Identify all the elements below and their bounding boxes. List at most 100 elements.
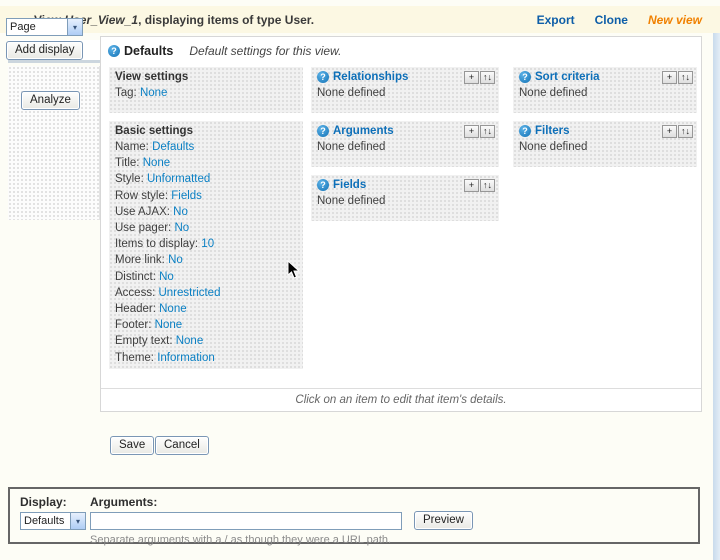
chevron-down-icon: ▾ <box>67 19 82 35</box>
export-link[interactable]: Export <box>537 13 575 27</box>
arguments-empty: None defined <box>317 141 386 153</box>
view-settings-box: View settings Tag: None <box>109 67 303 113</box>
setting-value-link[interactable]: Fields <box>171 190 202 202</box>
rearrange-icon[interactable]: ↑↓ <box>678 71 693 84</box>
arguments-help-text: Separate arguments with a / as though th… <box>90 534 392 546</box>
filters-ops: + ↑↓ <box>662 125 693 138</box>
relationships-empty: None defined <box>317 87 386 99</box>
setting-value-link[interactable]: None <box>159 303 187 315</box>
rearrange-icon[interactable]: ↑↓ <box>480 71 495 84</box>
setting-row: Name: Defaults <box>115 139 297 155</box>
fields-box: ? Fields None defined + ↑↓ <box>311 175 499 221</box>
setting-label: Use pager: <box>115 222 172 235</box>
setting-row: Title: None <box>115 155 297 171</box>
setting-row: Theme: Information <box>115 350 297 366</box>
cancel-button[interactable]: Cancel <box>155 436 209 455</box>
setting-value-link[interactable]: Defaults <box>152 141 194 153</box>
help-icon[interactable]: ? <box>317 71 329 83</box>
setting-value-link[interactable]: No <box>173 206 188 218</box>
add-icon[interactable]: + <box>464 179 479 192</box>
setting-label: Tag: <box>115 87 137 99</box>
basic-settings-title: Basic settings <box>115 125 193 137</box>
sort-criteria-box: ? Sort criteria None defined + ↑↓ <box>513 67 697 113</box>
setting-label: Footer: <box>115 319 152 332</box>
setting-row: Use AJAX: No <box>115 204 297 220</box>
setting-label: Items to display: <box>115 238 199 251</box>
setting-value-link[interactable]: None <box>143 157 171 169</box>
sort-criteria-empty: None defined <box>519 87 588 99</box>
help-icon[interactable]: ? <box>519 125 531 137</box>
setting-row: Use pager: No <box>115 220 297 236</box>
setting-value-link[interactable]: Information <box>157 352 215 364</box>
help-icon[interactable]: ? <box>108 45 120 57</box>
view-settings-rows: Tag: None <box>115 85 297 101</box>
help-icon[interactable]: ? <box>317 125 329 137</box>
filters-empty: None defined <box>519 141 588 153</box>
setting-value-link[interactable]: None <box>155 319 183 331</box>
sort-criteria-ops: + ↑↓ <box>662 71 693 84</box>
relationships-ops: + ↑↓ <box>464 71 495 84</box>
setting-value-link[interactable]: None <box>176 335 204 347</box>
rearrange-icon[interactable]: ↑↓ <box>480 125 495 138</box>
setting-row: Tag: None <box>115 85 297 101</box>
view-header-bar: View User_View_1, displaying items of ty… <box>0 6 720 33</box>
add-icon[interactable]: + <box>464 71 479 84</box>
preview-display-select-value: Defaults <box>24 515 65 527</box>
arguments-box: ? Arguments None defined + ↑↓ <box>311 121 499 167</box>
setting-label: Row style: <box>115 189 169 202</box>
view-edit-panel: ? Defaults Default settings for this vie… <box>100 36 702 412</box>
display-type-select-value: Page <box>10 21 36 33</box>
arguments-link[interactable]: Arguments <box>333 125 394 137</box>
new-view-link[interactable]: New view <box>648 13 702 27</box>
setting-label: Style: <box>115 173 144 186</box>
basic-settings-rows: Name: Defaults Title: None Style: Unform… <box>115 139 297 366</box>
setting-row: Row style: Fields <box>115 188 297 204</box>
clone-link[interactable]: Clone <box>595 13 628 27</box>
display-label: Display: <box>20 495 67 509</box>
setting-label: Access: <box>115 286 156 299</box>
fields-link[interactable]: Fields <box>333 179 366 191</box>
preview-display-select[interactable]: Defaults ▾ <box>20 512 86 530</box>
live-preview-box: Display: Arguments: Defaults ▾ Preview S… <box>8 487 700 546</box>
filters-link[interactable]: Filters <box>535 125 570 137</box>
title-suffix: , displaying items of type User. <box>138 12 315 27</box>
setting-value-link[interactable]: No <box>159 271 174 283</box>
relationships-link[interactable]: Relationships <box>333 71 408 83</box>
save-button[interactable]: Save <box>110 436 155 455</box>
setting-label: Empty text: <box>115 335 173 348</box>
fields-ops: + ↑↓ <box>464 179 495 192</box>
rearrange-icon[interactable]: ↑↓ <box>678 125 693 138</box>
setting-value-link[interactable]: None <box>140 87 168 99</box>
arguments-input[interactable] <box>90 512 402 530</box>
help-icon[interactable]: ? <box>317 179 329 191</box>
display-type-select[interactable]: Page ▾ <box>6 18 83 36</box>
setting-value-link[interactable]: No <box>168 254 183 266</box>
setting-value-link[interactable]: No <box>174 222 189 234</box>
setting-row: Footer: None <box>115 317 297 333</box>
setting-value-link[interactable]: Unformatted <box>147 173 210 185</box>
setting-label: Use AJAX: <box>115 205 170 218</box>
panel-title: Defaults <box>124 44 174 58</box>
setting-value-link[interactable]: Unrestricted <box>158 287 220 299</box>
basic-settings-box: Basic settings Name: Defaults Title: Non… <box>109 121 303 369</box>
fields-empty: None defined <box>317 195 386 207</box>
panel-subtitle: Default settings for this view. <box>189 44 342 58</box>
setting-label: Name: <box>115 141 149 153</box>
sort-criteria-link[interactable]: Sort criteria <box>535 71 600 83</box>
rearrange-icon[interactable]: ↑↓ <box>480 179 495 192</box>
add-icon[interactable]: + <box>662 125 677 138</box>
preview-button[interactable]: Preview <box>414 511 473 530</box>
help-icon[interactable]: ? <box>519 71 531 83</box>
setting-label: Title: <box>115 157 140 170</box>
setting-value-link[interactable]: 10 <box>201 238 214 250</box>
add-display-button[interactable]: Add display <box>6 41 84 60</box>
analyze-button[interactable]: Analyze <box>21 91 80 110</box>
add-icon[interactable]: + <box>464 125 479 138</box>
arguments-label: Arguments: <box>90 495 158 509</box>
page-background-edge <box>713 33 720 560</box>
setting-row: Items to display: 10 <box>115 236 297 252</box>
setting-label: Distinct: <box>115 270 156 283</box>
setting-label: Theme: <box>115 351 154 364</box>
setting-row: Style: Unformatted <box>115 171 297 187</box>
add-icon[interactable]: + <box>662 71 677 84</box>
